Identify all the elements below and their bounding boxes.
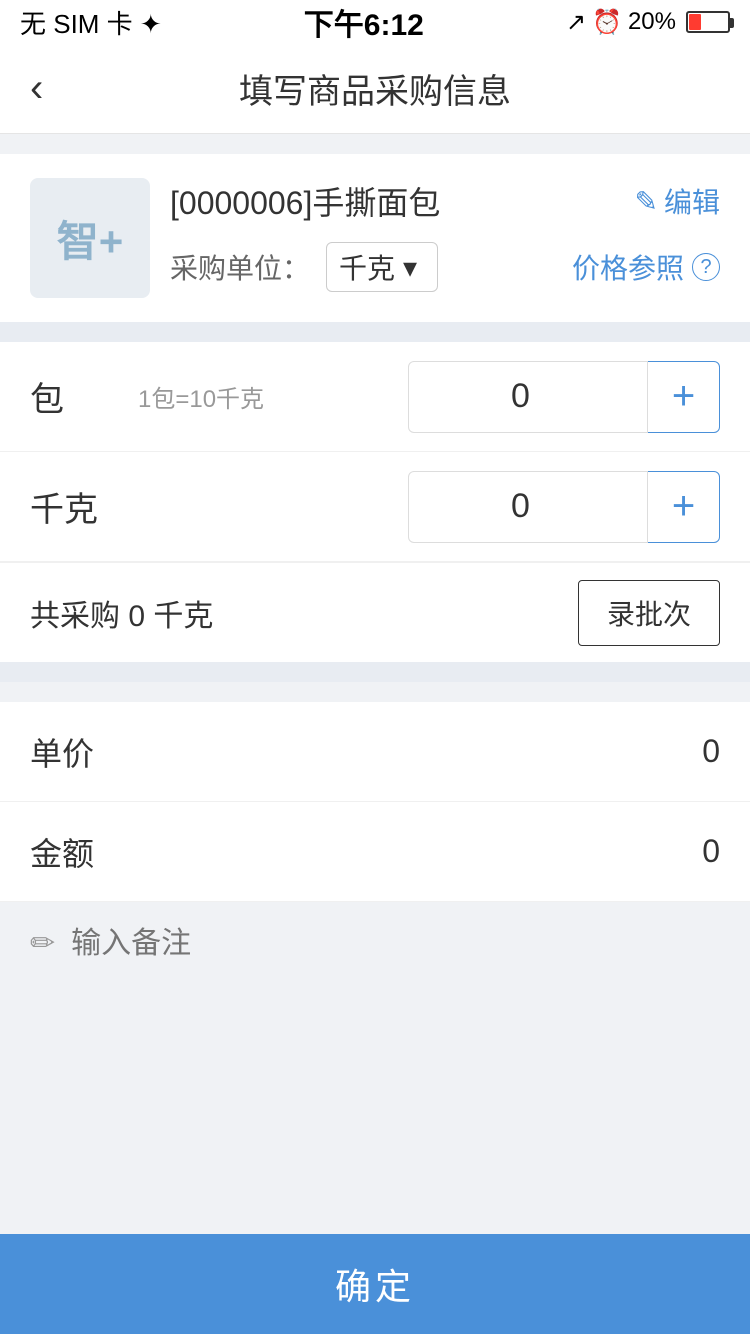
kg-label: 千克 — [30, 482, 130, 531]
kg-plus-button[interactable]: + — [648, 471, 720, 543]
amount-row: 金额 0 — [0, 802, 750, 902]
unit-select[interactable]: 千克 ▾ — [326, 242, 438, 292]
battery-icon — [686, 11, 730, 33]
product-logo: 智+ — [57, 208, 124, 269]
unit-row: 采购单位： 千克 ▾ 价格参照 ? — [170, 242, 720, 292]
bag-input[interactable] — [408, 361, 648, 433]
summary-text: 共采购 0 千克 — [30, 591, 213, 635]
status-left: 无 SIM 卡 ✦ — [20, 4, 162, 41]
input-section: 包 1包=10千克 + 千克 + 共采购 0 千克 录批次 — [0, 342, 750, 662]
bag-control: + — [408, 361, 720, 433]
edit-button[interactable]: ✎ 编辑 — [635, 181, 720, 221]
edit-label: 编辑 — [664, 181, 720, 221]
product-info: [0000006]手撕面包 ✎ 编辑 采购单位： 千克 ▾ 价格参照 ? — [170, 178, 720, 292]
sim-status: 无 SIM 卡 ✦ — [20, 4, 162, 41]
amount-value: 0 — [702, 833, 720, 870]
kg-input-row: 千克 + — [0, 452, 750, 562]
edit-icon: ✎ — [635, 185, 658, 218]
section-divider-2 — [0, 662, 750, 682]
price-ref-button[interactable]: 价格参照 ? — [572, 247, 720, 287]
kg-control: + — [408, 471, 720, 543]
bag-label: 包 — [30, 372, 130, 421]
note-input[interactable] — [71, 927, 720, 961]
chevron-down-icon: ▾ — [403, 251, 417, 284]
bag-sub: 1包=10千克 — [138, 379, 264, 414]
unit-price-value: 0 — [702, 733, 720, 770]
summary-row: 共采购 0 千克 录批次 — [0, 562, 750, 662]
header: ‹ 填写商品采购信息 — [0, 44, 750, 134]
bag-input-row: 包 1包=10千克 + — [0, 342, 750, 452]
location-icon: ↗ — [566, 8, 586, 37]
info-icon: ? — [692, 253, 720, 281]
status-bar: 无 SIM 卡 ✦ 下午6:12 ↗ ⏰ 20% — [0, 0, 750, 44]
product-card: 智+ [0000006]手撕面包 ✎ 编辑 采购单位： 千克 ▾ 价格参照 ? — [0, 154, 750, 322]
bag-plus-button[interactable]: + — [648, 361, 720, 433]
product-image: 智+ — [30, 178, 150, 298]
pencil-icon: ✏ — [30, 926, 55, 961]
kg-input[interactable] — [408, 471, 648, 543]
confirm-button[interactable]: 确定 — [0, 1234, 750, 1334]
status-right: ↗ ⏰ 20% — [566, 8, 730, 37]
alarm-icon: ⏰ — [592, 8, 622, 37]
unit-price-row: 单价 0 — [0, 702, 750, 802]
unit-label: 采购单位： — [170, 247, 310, 287]
battery-percent: 20% — [628, 8, 676, 36]
product-name-row: [0000006]手撕面包 ✎ 编辑 — [170, 178, 720, 224]
back-button[interactable]: ‹ — [30, 66, 90, 111]
unit-value: 千克 — [339, 247, 395, 287]
amount-label: 金额 — [30, 829, 94, 875]
unit-price-label: 单价 — [30, 729, 94, 775]
product-name: [0000006]手撕面包 — [170, 178, 440, 224]
price-ref-label: 价格参照 — [572, 247, 684, 287]
bottom-spacer — [0, 985, 750, 1185]
record-batch-button[interactable]: 录批次 — [578, 580, 720, 646]
status-time: 下午6:12 — [304, 0, 424, 44]
section-divider — [0, 322, 750, 342]
note-section: ✏ — [0, 902, 750, 985]
price-section: 单价 0 金额 0 — [0, 702, 750, 902]
page-title: 填写商品采购信息 — [239, 64, 511, 113]
